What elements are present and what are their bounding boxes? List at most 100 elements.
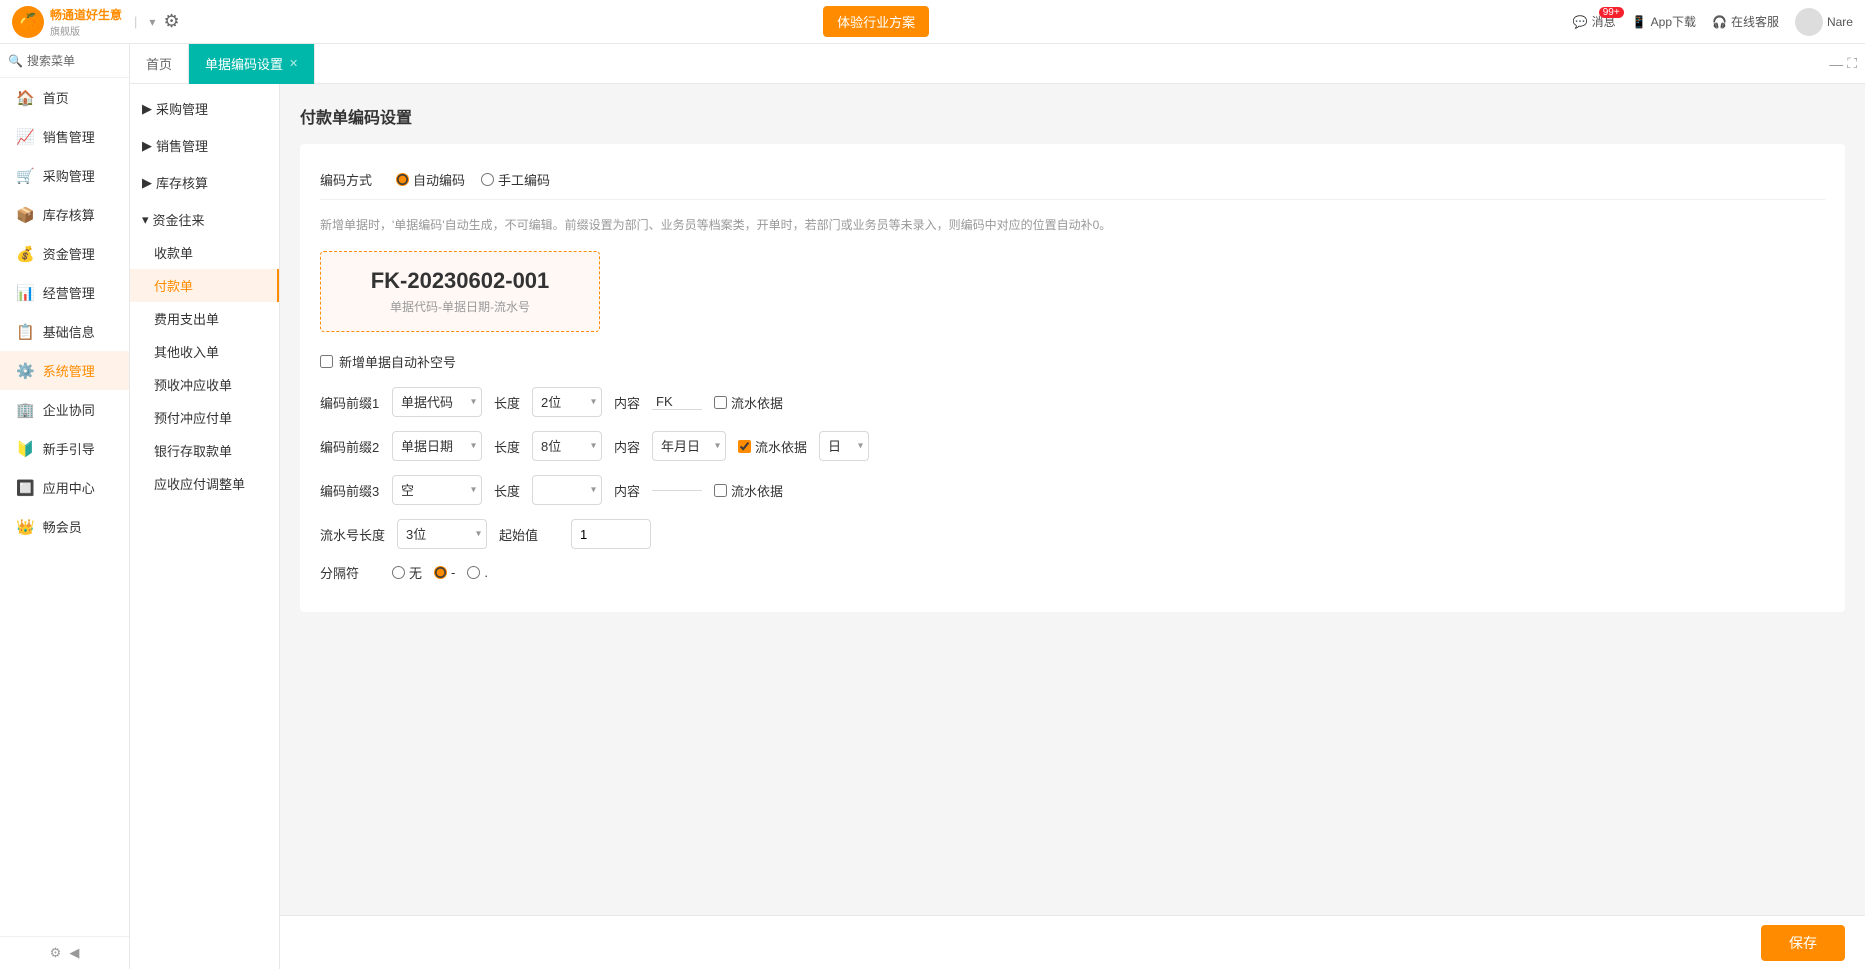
prefix-select-3[interactable]: 空 [392, 475, 482, 505]
user-area[interactable]: Nare [1795, 8, 1853, 36]
sub-item-expense[interactable]: 费用支出单 [130, 302, 279, 335]
search-menu-btn[interactable]: 🔍 搜索菜单 [0, 44, 129, 78]
sep-none-input[interactable] [392, 566, 405, 579]
purchase-icon: 🛒 [16, 167, 35, 185]
enterprise-icon: 🏢 [16, 401, 35, 419]
sub-menu-purchase[interactable]: ▶ 采购管理 [130, 92, 279, 125]
sidebar-item-enterprise[interactable]: 🏢 企业协同 [0, 390, 129, 429]
settings-icon[interactable]: ⚙ [163, 11, 179, 32]
tab-home[interactable]: 首页 [130, 44, 189, 84]
length-select-2[interactable]: 8位 [532, 431, 602, 461]
message-btn[interactable]: 💬 消息 99+ [1573, 13, 1616, 30]
start-value-input[interactable] [571, 519, 651, 549]
save-button[interactable]: 保存 [1761, 925, 1845, 961]
main-layout: 🔍 搜索菜单 🏠 首页 📈 销售管理 🛒 采购管理 📦 库存核算 💰 资金管理 … [0, 44, 1865, 969]
length-select-1-wrapper: 2位 [532, 387, 602, 417]
cycle-select[interactable]: 日 [819, 431, 869, 461]
sub-item-ar-ap-adjust[interactable]: 应收应付调整单 [130, 467, 279, 500]
industry-btn[interactable]: 体验行业方案 [823, 6, 929, 37]
manual-code-input[interactable] [481, 173, 494, 186]
tab-maximize-btn[interactable]: ⛶ [1847, 55, 1857, 72]
service-btn[interactable]: 🎧 在线客服 [1712, 13, 1779, 30]
stream-checkbox-3[interactable]: 流水依据 [714, 481, 783, 500]
content-select-2[interactable]: 年月日 [652, 431, 726, 461]
sidebar-item-inventory[interactable]: 📦 库存核算 [0, 195, 129, 234]
tab-encoding[interactable]: 单据编码设置 ✕ [189, 44, 315, 84]
sidebar-item-system[interactable]: ⚙️ 系统管理 [0, 351, 129, 390]
length-label-1: 长度 [494, 393, 520, 412]
search-icon: 🔍 [8, 54, 23, 68]
settings-bottom-icon[interactable]: ⚙ [50, 945, 62, 961]
sidebar-item-finance[interactable]: 💰 资金管理 [0, 234, 129, 273]
sub-item-prepay-pay[interactable]: 预付冲应付单 [130, 401, 279, 434]
stream-input-3[interactable] [714, 484, 727, 497]
logo-text: 畅通道好生意 旗舰版 [50, 6, 122, 38]
auto-code-input[interactable] [396, 173, 409, 186]
sub-item-bank-deposit[interactable]: 银行存取款单 [130, 434, 279, 467]
prefix-select-1[interactable]: 单据代码 [392, 387, 482, 417]
guide-icon: 🔰 [16, 440, 35, 458]
logo-area: 🍊 畅通道好生意 旗舰版 [12, 6, 122, 38]
sidebar-item-operations[interactable]: 📊 经营管理 [0, 273, 129, 312]
content-value-3 [652, 490, 702, 491]
system-icon: ⚙️ [16, 362, 35, 380]
encoding-radio-group: 自动编码 手工编码 [396, 170, 550, 189]
sep-dash-input[interactable] [434, 566, 447, 579]
top-bar: 🍊 畅通道好生意 旗舰版 | ▾ ⚙ 体验行业方案 💬 消息 99+ 📱 App… [0, 0, 1865, 44]
bottom-bar: 保存 [280, 915, 1865, 969]
content-label-2: 内容 [614, 437, 640, 456]
chevron-down-icon: ▾ [142, 212, 149, 228]
auto-code-radio[interactable]: 自动编码 [396, 170, 465, 189]
home-icon: 🏠 [16, 89, 35, 107]
tab-close-btn[interactable]: ✕ [289, 57, 298, 70]
sidebar-item-sales[interactable]: 📈 销售管理 [0, 117, 129, 156]
hint-text: 新增单据时，'单据编码'自动生成，不可编辑。前缀设置为部门、业务员等档案类，开单… [320, 216, 1825, 235]
sub-item-other-income[interactable]: 其他收入单 [130, 335, 279, 368]
tab-actions: — ⛶ [1829, 55, 1865, 72]
length-select-1[interactable]: 2位 [532, 387, 602, 417]
sep-none-radio[interactable]: 无 [392, 563, 422, 582]
sidebar-item-home[interactable]: 🏠 首页 [0, 78, 129, 117]
chevron-right-icon3: ▶ [142, 175, 152, 191]
sidebar-item-apps[interactable]: 🔲 应用中心 [0, 468, 129, 507]
sub-item-receipt[interactable]: 收款单 [130, 236, 279, 269]
sub-menu-inventory[interactable]: ▶ 库存核算 [130, 166, 279, 199]
sub-item-payment[interactable]: 付款单 [130, 269, 279, 302]
app-download-btn[interactable]: 📱 App下载 [1632, 13, 1696, 30]
serial-length-select[interactable]: 3位 [397, 519, 487, 549]
prefix-select-2[interactable]: 单据日期 [392, 431, 482, 461]
auto-fill-checkbox[interactable] [320, 355, 333, 368]
tab-minimize-btn[interactable]: — [1829, 55, 1843, 72]
message-icon: 💬 [1573, 15, 1588, 29]
prefix-select-3-wrapper: 空 [392, 475, 482, 505]
encoding-row-1: 编码前缀1 单据代码 长度 2位 [320, 387, 1825, 417]
stream-checkbox-2[interactable]: 流水依据 [738, 437, 807, 456]
length-select-2-wrapper: 8位 [532, 431, 602, 461]
prefix-select-1-wrapper: 单据代码 [392, 387, 482, 417]
separator-row: 分隔符 无 - . [320, 563, 1825, 582]
inventory-icon: 📦 [16, 206, 35, 224]
stream-input-1[interactable] [714, 396, 727, 409]
stream-input-2[interactable] [738, 440, 751, 453]
sub-menu-capital[interactable]: ▾ 资金往来 [130, 203, 279, 236]
sep-dot-radio[interactable]: . [467, 565, 488, 580]
stream-checkbox-1[interactable]: 流水依据 [714, 393, 783, 412]
sep-dot-input[interactable] [467, 566, 480, 579]
sidebar-item-basic[interactable]: 📋 基础信息 [0, 312, 129, 351]
serial-length-label: 流水号长度 [320, 525, 385, 544]
sidebar-item-purchase[interactable]: 🛒 采购管理 [0, 156, 129, 195]
collapse-icon[interactable]: ◀ [69, 945, 79, 961]
encoding-method-row: 编码方式 自动编码 手工编码 [320, 160, 1825, 200]
serial-length-select-wrapper: 3位 [397, 519, 487, 549]
length-select-3-wrapper [532, 475, 602, 505]
separator-label: 分隔符 [320, 563, 380, 582]
sidebar-item-guide[interactable]: 🔰 新手引导 [0, 429, 129, 468]
manual-code-radio[interactable]: 手工编码 [481, 170, 550, 189]
sep-dash-radio[interactable]: - [434, 565, 455, 580]
sub-menu-sales[interactable]: ▶ 销售管理 [130, 129, 279, 162]
top-bar-right: 💬 消息 99+ 📱 App下载 🎧 在线客服 Nare [1573, 8, 1853, 36]
sub-item-prepay-receive[interactable]: 预收冲应收单 [130, 368, 279, 401]
sidebar: 🔍 搜索菜单 🏠 首页 📈 销售管理 🛒 采购管理 📦 库存核算 💰 资金管理 … [0, 44, 130, 969]
length-select-3[interactable] [532, 475, 602, 505]
sidebar-item-member[interactable]: 👑 畅会员 [0, 507, 129, 546]
